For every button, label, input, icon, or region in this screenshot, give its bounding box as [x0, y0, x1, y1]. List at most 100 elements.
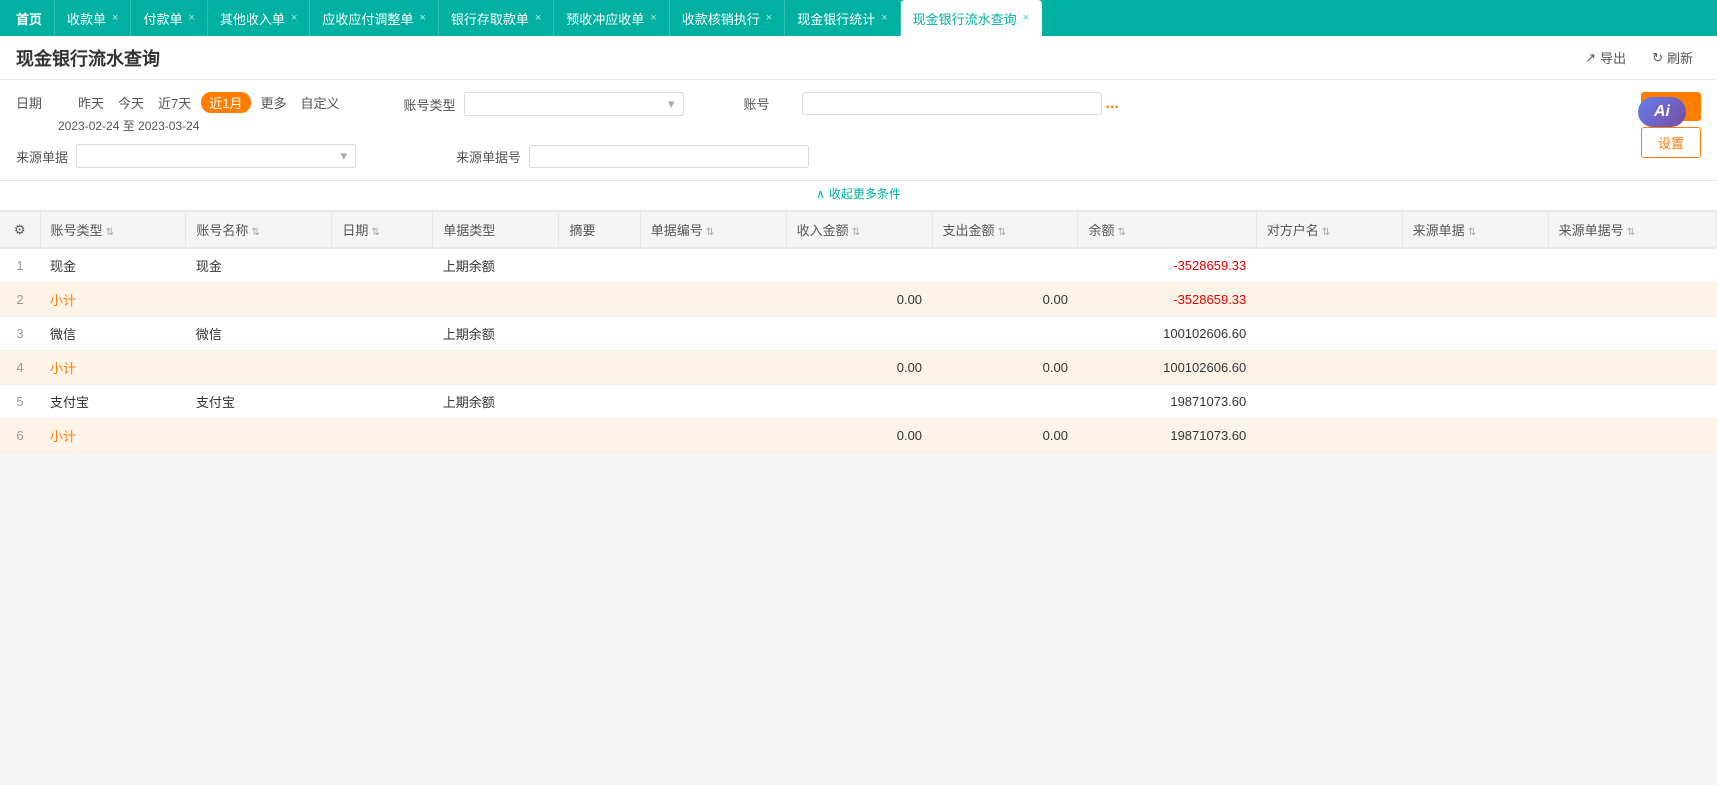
col-date[interactable]: 日期⇅	[332, 212, 433, 249]
table-row[interactable]: 1 现金 现金 上期余额 -3528659.33	[0, 248, 1717, 283]
cell-source-doc	[1402, 385, 1548, 419]
cell-doc-no	[640, 385, 786, 419]
col-gear[interactable]: ⚙	[0, 212, 40, 249]
nav-tab-home[interactable]: 首页	[4, 0, 55, 36]
sort-icon: ⇅	[852, 227, 860, 238]
table-row[interactable]: 5 支付宝 支付宝 上期余额 19871073.60	[0, 385, 1717, 419]
sort-icon: ⇅	[706, 227, 714, 238]
cell-balance: -3528659.33	[1078, 248, 1256, 283]
cell-source-doc	[1402, 317, 1548, 351]
close-icon[interactable]: ×	[766, 12, 772, 24]
close-icon[interactable]: ×	[535, 12, 541, 24]
close-icon[interactable]: ×	[188, 12, 194, 24]
cell-account-type: 小计	[40, 419, 186, 453]
col-source-doc[interactable]: 来源单据⇅	[1402, 212, 1548, 249]
nav-tab-payment[interactable]: 付款单 ×	[131, 0, 207, 36]
date-option-1month[interactable]: 近1月	[201, 92, 250, 113]
date-range-display: 2023-02-24 至 2023-03-24	[58, 117, 199, 134]
refresh-icon: ↻	[1652, 50, 1663, 66]
cell-doc-no	[640, 283, 786, 317]
cell-doc-type: 上期余额	[433, 317, 559, 351]
close-icon[interactable]: ×	[291, 12, 297, 24]
export-button[interactable]: ↗ 导出	[1577, 44, 1634, 71]
refresh-button[interactable]: ↻ 刷新	[1644, 44, 1701, 71]
table-row[interactable]: 6 小计 0.00 0.00 19871073.60	[0, 419, 1717, 453]
date-option-custom[interactable]: 自定义	[297, 92, 344, 113]
cell-doc-type	[433, 351, 559, 385]
col-income[interactable]: 收入金额⇅	[786, 212, 932, 249]
cell-doc-no	[640, 248, 786, 283]
setting-button[interactable]: 设置	[1641, 127, 1701, 158]
collapse-bar[interactable]: ∧ 收起更多条件	[0, 181, 1717, 211]
col-balance[interactable]: 余额⇅	[1078, 212, 1256, 249]
cell-counterparty	[1256, 283, 1402, 317]
close-icon[interactable]: ×	[650, 12, 656, 24]
sort-icon: ⇅	[1322, 227, 1330, 238]
nav-tab-bank-deposit[interactable]: 银行存取款单 ×	[439, 0, 554, 36]
sort-icon: ⇅	[1627, 227, 1635, 238]
nav-tab-receipt[interactable]: 收款单 ×	[55, 0, 131, 36]
row-number: 1	[0, 248, 40, 283]
col-doc-no[interactable]: 单据编号⇅	[640, 212, 786, 249]
source-doc-no-filter-label: 来源单据号	[456, 147, 521, 166]
account-type-select[interactable]: ▾	[464, 92, 684, 116]
cell-date	[332, 317, 433, 351]
col-expense[interactable]: 支出金额⇅	[932, 212, 1078, 249]
settings-icon[interactable]: ⚙	[14, 222, 26, 237]
col-account-name[interactable]: 账号名称⇅	[186, 212, 332, 249]
source-doc-select[interactable]: ▾	[76, 144, 356, 168]
table-row[interactable]: 3 微信 微信 上期余额 100102606.60	[0, 317, 1717, 351]
cell-account-name	[186, 283, 332, 317]
cell-expense: 0.00	[932, 351, 1078, 385]
cell-expense: 0.00	[932, 283, 1078, 317]
cell-summary	[559, 248, 640, 283]
close-icon[interactable]: ×	[881, 12, 887, 24]
cell-source-doc-no	[1548, 351, 1716, 385]
row-number: 5	[0, 385, 40, 419]
export-label: 导出	[1600, 48, 1626, 67]
account-dots-button[interactable]: ...	[1106, 95, 1119, 113]
collapse-label: 收起更多条件	[829, 185, 901, 202]
cell-summary	[559, 283, 640, 317]
col-counterparty[interactable]: 对方户名⇅	[1256, 212, 1402, 249]
table-row[interactable]: 2 小计 0.00 0.00 -3528659.33	[0, 283, 1717, 317]
table-row[interactable]: 4 小计 0.00 0.00 100102606.60	[0, 351, 1717, 385]
cell-summary	[559, 351, 640, 385]
account-type-filter-label: 账号类型	[404, 95, 456, 114]
cell-source-doc	[1402, 419, 1548, 453]
collapse-up-icon: ∧	[816, 187, 825, 201]
close-icon[interactable]: ×	[419, 12, 425, 24]
cell-date	[332, 351, 433, 385]
close-icon[interactable]: ×	[1023, 12, 1029, 24]
cell-doc-type: 上期余额	[433, 385, 559, 419]
row-number: 6	[0, 419, 40, 453]
col-source-doc-no[interactable]: 来源单据号⇅	[1548, 212, 1716, 249]
nav-tab-cash-bank-flow[interactable]: 现金银行流水查询 ×	[901, 0, 1042, 36]
nav-tab-pre-receipt[interactable]: 预收冲应收单 ×	[554, 0, 669, 36]
cell-balance: 100102606.60	[1078, 317, 1256, 351]
sort-icon: ⇅	[106, 227, 114, 238]
account-input[interactable]	[802, 92, 1102, 115]
nav-tab-cash-bank-stat[interactable]: 现金银行统计 ×	[785, 0, 900, 36]
nav-tab-payment-label: 付款单	[143, 9, 182, 28]
col-account-type[interactable]: 账号类型⇅	[40, 212, 186, 249]
date-filter-label: 日期	[16, 93, 66, 112]
refresh-label: 刷新	[1667, 48, 1693, 67]
date-option-more[interactable]: 更多	[257, 92, 291, 113]
nav-tab-ar-ap-adjust[interactable]: 应收应付调整单 ×	[310, 0, 438, 36]
cell-income	[786, 317, 932, 351]
nav-tab-other-income[interactable]: 其他收入单 ×	[208, 0, 310, 36]
col-summary: 摘要	[559, 212, 640, 249]
source-doc-no-input[interactable]	[529, 145, 809, 168]
cell-summary	[559, 385, 640, 419]
account-filter-label: 账号	[744, 94, 794, 113]
cell-doc-no	[640, 317, 786, 351]
date-option-7days[interactable]: 近7天	[154, 92, 195, 113]
date-option-yesterday[interactable]: 昨天	[74, 92, 108, 113]
ai-badge[interactable]: Ai	[1638, 97, 1686, 127]
cell-account-name: 支付宝	[186, 385, 332, 419]
close-icon[interactable]: ×	[112, 12, 118, 24]
date-option-today[interactable]: 今天	[114, 92, 148, 113]
top-navigation: 首页 收款单 × 付款单 × 其他收入单 × 应收应付调整单 × 银行存取款单 …	[0, 0, 1717, 36]
nav-tab-receipt-verify[interactable]: 收款核销执行 ×	[670, 0, 785, 36]
